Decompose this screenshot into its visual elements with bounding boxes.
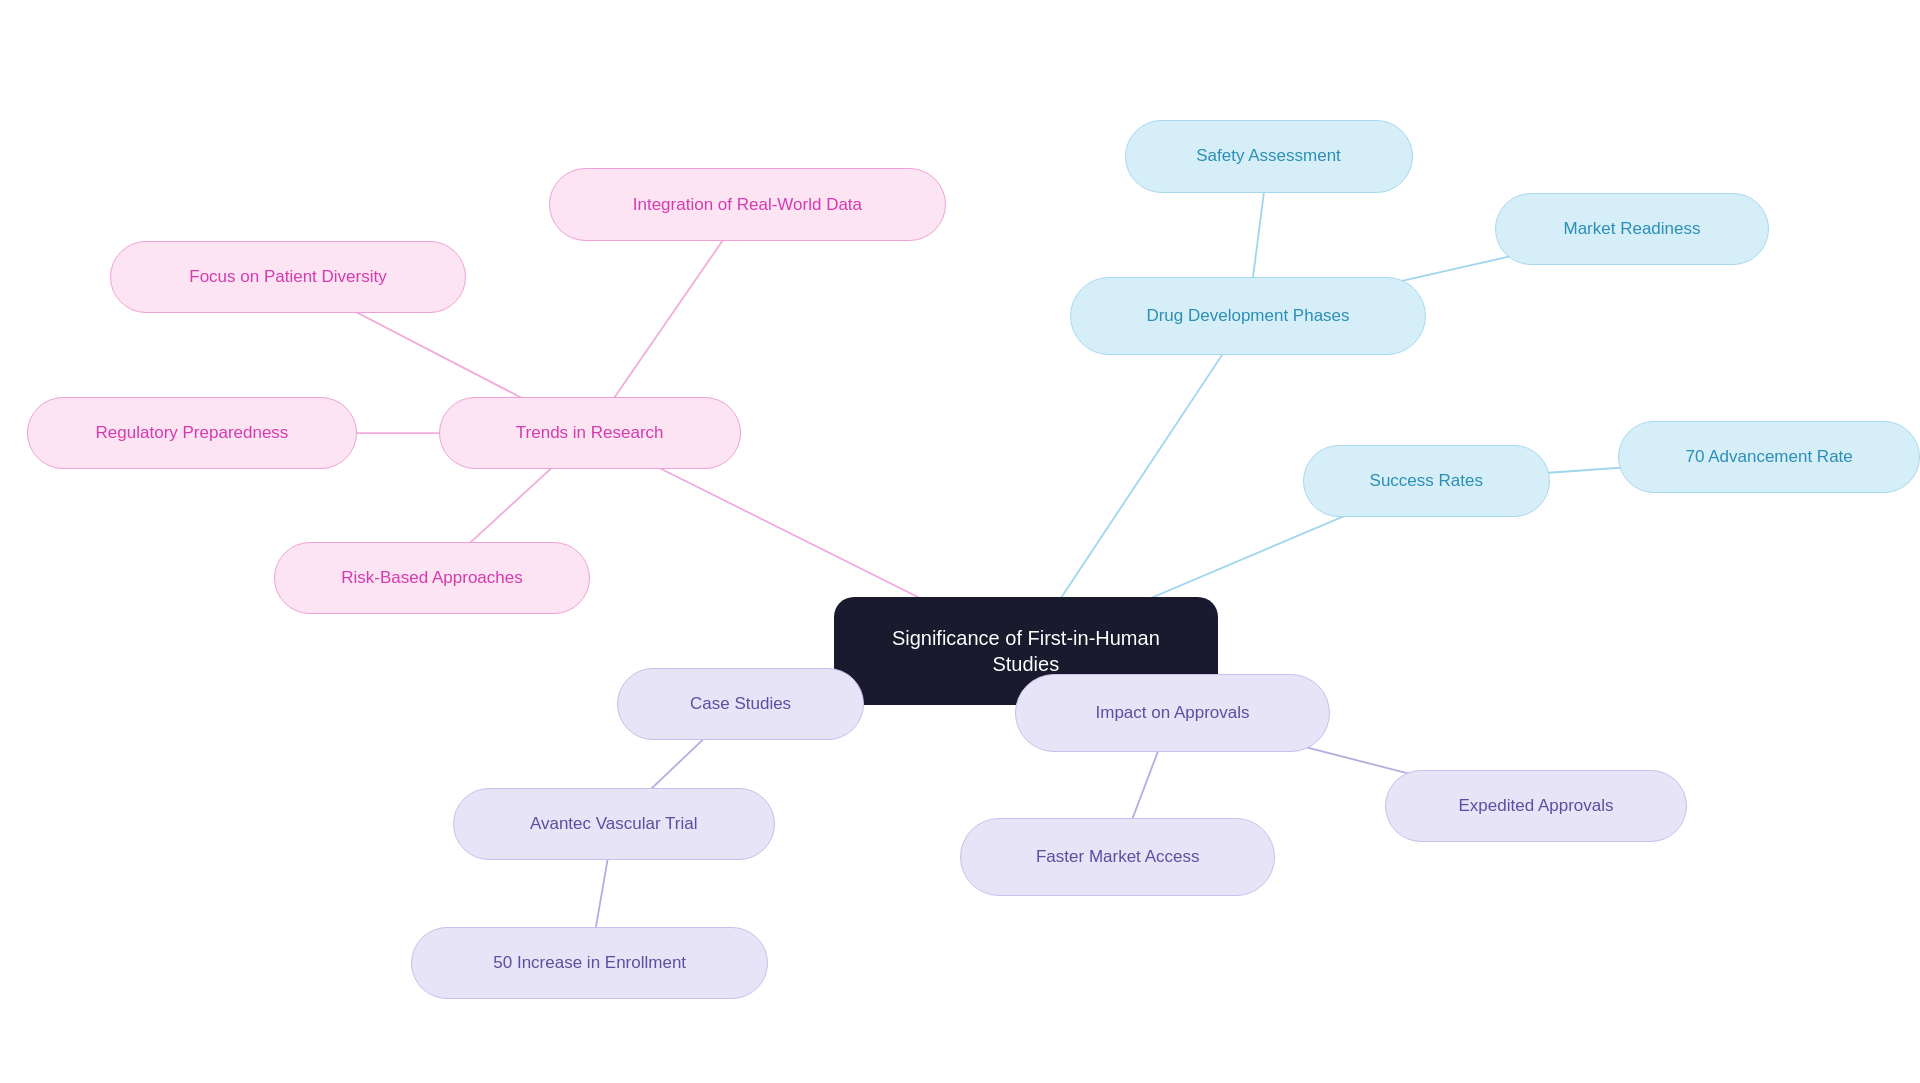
node-fasterMarketAccess: Faster Market Access [960, 818, 1275, 896]
node-safetyAssessment: Safety Assessment [1125, 120, 1413, 192]
node-label-caseStudies: Case Studies [690, 693, 791, 715]
node-label-impactOnApprovals: Impact on Approvals [1096, 702, 1250, 724]
node-label-marketReadiness: Market Readiness [1563, 218, 1700, 240]
node-impactOnApprovals: Impact on Approvals [1015, 674, 1330, 752]
node-label-regulatoryPreparedness: Regulatory Preparedness [96, 422, 289, 444]
mind-map: Significance of First-in-Human Studies Tr… [0, 0, 1920, 1083]
node-trendsInResearch: Trends in Research [439, 397, 741, 469]
node-label-expeditedApprovals: Expedited Approvals [1458, 795, 1613, 817]
node-riskBasedApproaches: Risk-Based Approaches [274, 542, 589, 614]
connection-lines [0, 0, 1920, 1083]
node-label-safetyAssessment: Safety Assessment [1196, 145, 1341, 167]
node-advancementRate: 70 Advancement Rate [1618, 421, 1920, 493]
node-label-focusOnPatientDiversity: Focus on Patient Diversity [189, 266, 386, 288]
node-caseStudies: Case Studies [617, 668, 864, 740]
node-label-riskBasedApproaches: Risk-Based Approaches [341, 567, 522, 589]
node-label-successRates: Success Rates [1370, 470, 1483, 492]
node-drugDevelopmentPhases: Drug Development Phases [1070, 277, 1427, 355]
node-label-drugDevelopmentPhases: Drug Development Phases [1146, 305, 1349, 327]
node-avantecVascularTrial: Avantec Vascular Trial [453, 788, 775, 860]
node-label-trendsInResearch: Trends in Research [516, 422, 664, 444]
node-marketReadiness: Market Readiness [1495, 193, 1769, 265]
node-focusOnPatientDiversity: Focus on Patient Diversity [110, 241, 467, 313]
node-label-advancementRate: 70 Advancement Rate [1685, 446, 1852, 468]
node-successRates: Success Rates [1303, 445, 1550, 517]
node-expeditedApprovals: Expedited Approvals [1385, 770, 1687, 842]
node-label-fasterMarketAccess: Faster Market Access [1036, 846, 1199, 868]
node-label-integrationOfRealWorldData: Integration of Real-World Data [633, 194, 862, 216]
node-label-increaseInEnrollment: 50 Increase in Enrollment [493, 952, 686, 974]
node-integrationOfRealWorldData: Integration of Real-World Data [549, 168, 947, 240]
node-label-avantecVascularTrial: Avantec Vascular Trial [530, 813, 698, 835]
node-increaseInEnrollment: 50 Increase in Enrollment [411, 927, 768, 999]
node-regulatoryPreparedness: Regulatory Preparedness [27, 397, 356, 469]
node-label-center: Significance of First-in-Human Studies [862, 625, 1190, 677]
